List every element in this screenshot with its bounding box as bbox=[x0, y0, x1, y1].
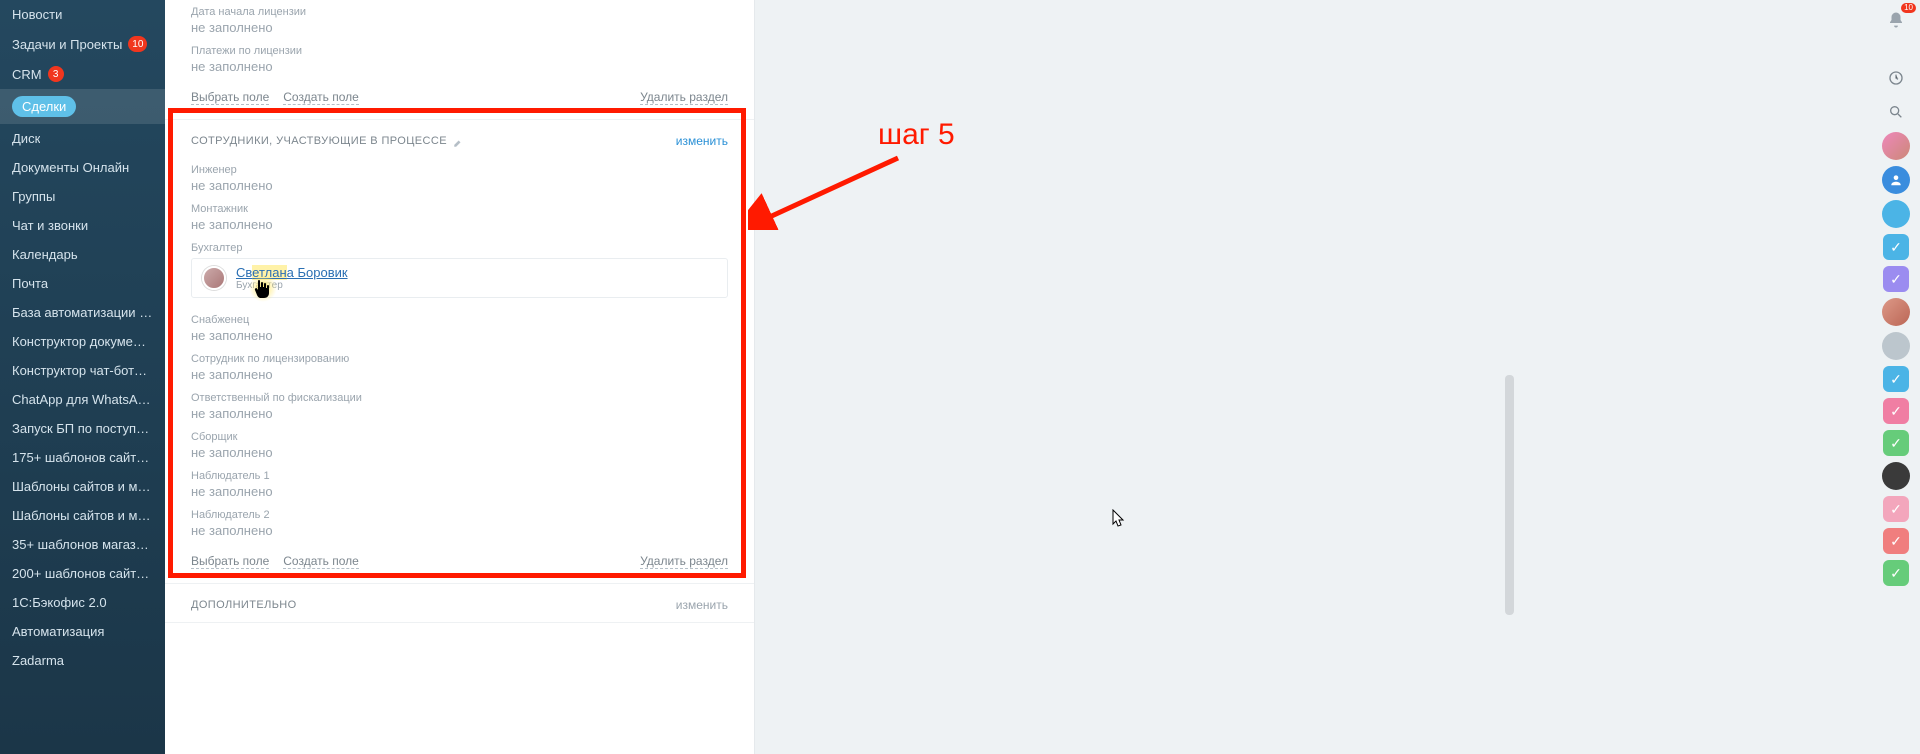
annotation-arrow-icon bbox=[748, 150, 908, 230]
field-installer[interactable]: Монтажник не заполнено bbox=[191, 197, 728, 236]
sidebar-item-mail[interactable]: Почта bbox=[0, 269, 165, 298]
select-field-link[interactable]: Выбрать поле bbox=[191, 554, 269, 569]
field-supplier[interactable]: Снабженец не заполнено bbox=[191, 308, 728, 347]
sidebar-item-crm[interactable]: CRM3 bbox=[0, 59, 165, 89]
sidebar-item-disk[interactable]: Диск bbox=[0, 124, 165, 153]
sidebar-item-1c[interactable]: 1С:Бэкофис 2.0 bbox=[0, 588, 165, 617]
rail-check-icon-5[interactable]: ✓ bbox=[1883, 430, 1909, 456]
pencil-icon[interactable] bbox=[453, 136, 463, 146]
rail-check-icon-4[interactable]: ✓ bbox=[1883, 398, 1909, 424]
rail-check-icon-2[interactable]: ✓ bbox=[1883, 266, 1909, 292]
rail-avatar-3[interactable] bbox=[1882, 332, 1910, 360]
change-link[interactable]: изменить bbox=[676, 598, 728, 612]
rail-avatar-2[interactable] bbox=[1882, 298, 1910, 326]
select-field-link[interactable]: Выбрать поле bbox=[191, 90, 269, 105]
sidebar-item-chat[interactable]: Чат и звонки bbox=[0, 211, 165, 240]
rail-avatar-1[interactable] bbox=[1882, 132, 1910, 160]
annotation-label: шаг 5 bbox=[878, 118, 955, 152]
additional-section: ДОПОЛНИТЕЛЬНО изменить bbox=[165, 584, 754, 623]
sidebar-item-templates-200[interactable]: 200+ шаблонов сайтов и... bbox=[0, 559, 165, 588]
sidebar-item-docs-online[interactable]: Документы Онлайн bbox=[0, 153, 165, 182]
sidebar-item-calendar[interactable]: Календарь bbox=[0, 240, 165, 269]
rail-avatar-4[interactable] bbox=[1882, 462, 1910, 490]
right-rail: 10 ✓ ✓ ✓ ✓ ✓ ✓ ✓ ✓ bbox=[1872, 0, 1920, 754]
participants-section: СОТРУДНИКИ, УЧАСТВУЮЩИЕ В ПРОЦЕССЕ измен… bbox=[165, 120, 754, 584]
sidebar-item-groups[interactable]: Группы bbox=[0, 182, 165, 211]
sidebar-item-chatbot-builder[interactable]: Конструктор чат-ботов Z... bbox=[0, 356, 165, 385]
sidebar-item-templates-175[interactable]: 175+ шаблонов сайтов и... bbox=[0, 443, 165, 472]
rail-check-icon-3[interactable]: ✓ bbox=[1883, 366, 1909, 392]
rail-check-icon-8[interactable]: ✓ bbox=[1883, 560, 1909, 586]
sidebar-item-automation[interactable]: Автоматизация bbox=[0, 617, 165, 646]
sidebar-item-tasks[interactable]: Задачи и Проекты10 bbox=[0, 29, 165, 59]
create-field-link[interactable]: Создать поле bbox=[283, 554, 359, 569]
section-title: ДОПОЛНИТЕЛЬНО bbox=[191, 599, 297, 611]
sidebar-item-chatapp[interactable]: ChatApp для WhatsApp, T... bbox=[0, 385, 165, 414]
sidebar-item-templates-sites-1[interactable]: Шаблоны сайтов и магаз... bbox=[0, 472, 165, 501]
field-observer-1[interactable]: Наблюдатель 1 не заполнено bbox=[191, 464, 728, 503]
field-license-start[interactable]: Дата начала лицензии не заполнено bbox=[191, 0, 728, 39]
field-fiscal-resp[interactable]: Ответственный по фискализации не заполне… bbox=[191, 386, 728, 425]
badge: 10 bbox=[128, 36, 147, 52]
user-role: Бухгалтер bbox=[236, 280, 348, 291]
sidebar-item-templates-sites-2[interactable]: Шаблоны сайтов и магаз... bbox=[0, 501, 165, 530]
field-accountant[interactable]: Бухгалтер Светлана Боровик Бухгалтер bbox=[191, 236, 728, 308]
notifications-bell-icon[interactable]: 10 bbox=[1882, 6, 1910, 34]
rail-check-icon[interactable]: ✓ bbox=[1883, 234, 1909, 260]
sidebar-item-bp-launch[interactable]: Запуск БП по поступлен... bbox=[0, 414, 165, 443]
sidebar-item-deals[interactable]: Сделки bbox=[0, 89, 165, 124]
section-title: СОТРУДНИКИ, УЧАСТВУЮЩИЕ В ПРОЦЕССЕ bbox=[191, 135, 447, 147]
delete-section-link[interactable]: Удалить раздел bbox=[640, 554, 728, 569]
scrollbar-thumb[interactable] bbox=[1505, 375, 1514, 615]
badge: 3 bbox=[48, 66, 64, 82]
rail-check-icon-6[interactable]: ✓ bbox=[1883, 496, 1909, 522]
user-card[interactable]: Светлана Боровик Бухгалтер bbox=[191, 258, 728, 298]
badge: 10 bbox=[1901, 3, 1916, 13]
user-name[interactable]: Светлана Боровик bbox=[236, 265, 348, 280]
delete-section-link[interactable]: Удалить раздел bbox=[640, 90, 728, 105]
field-engineer[interactable]: Инженер не заполнено bbox=[191, 158, 728, 197]
rail-group-icon[interactable] bbox=[1882, 166, 1910, 194]
deal-detail-panel: Дата начала лицензии не заполнено Платеж… bbox=[165, 0, 755, 754]
avatar bbox=[202, 266, 226, 290]
create-field-link[interactable]: Создать поле bbox=[283, 90, 359, 105]
cursor-arrow-icon bbox=[1112, 509, 1128, 531]
field-assembler[interactable]: Сборщик не заполнено bbox=[191, 425, 728, 464]
left-sidebar: Новости Задачи и Проекты10 CRM3 Сделки Д… bbox=[0, 0, 165, 754]
field-observer-2[interactable]: Наблюдатель 2 не заполнено bbox=[191, 503, 728, 542]
sidebar-item-autobase[interactable]: База автоматизации ежей bbox=[0, 298, 165, 327]
rail-clock-icon[interactable] bbox=[1882, 64, 1910, 92]
sidebar-item-doc-builder[interactable]: Конструктор документов bbox=[0, 327, 165, 356]
rail-check-icon-7[interactable]: ✓ bbox=[1883, 528, 1909, 554]
field-licensing-emp[interactable]: Сотрудник по лицензированию не заполнено bbox=[191, 347, 728, 386]
sidebar-item-templates-35[interactable]: 35+ шаблонов магазино... bbox=[0, 530, 165, 559]
search-icon[interactable] bbox=[1882, 98, 1910, 126]
license-section: Дата начала лицензии не заполнено Платеж… bbox=[165, 0, 754, 120]
field-license-payments[interactable]: Платежи по лицензии не заполнено bbox=[191, 39, 728, 78]
sidebar-item-zadarma[interactable]: Zadarma bbox=[0, 646, 165, 675]
change-link[interactable]: изменить bbox=[676, 134, 728, 148]
rail-app-icon[interactable] bbox=[1882, 200, 1910, 228]
sidebar-item-news[interactable]: Новости bbox=[0, 0, 165, 29]
